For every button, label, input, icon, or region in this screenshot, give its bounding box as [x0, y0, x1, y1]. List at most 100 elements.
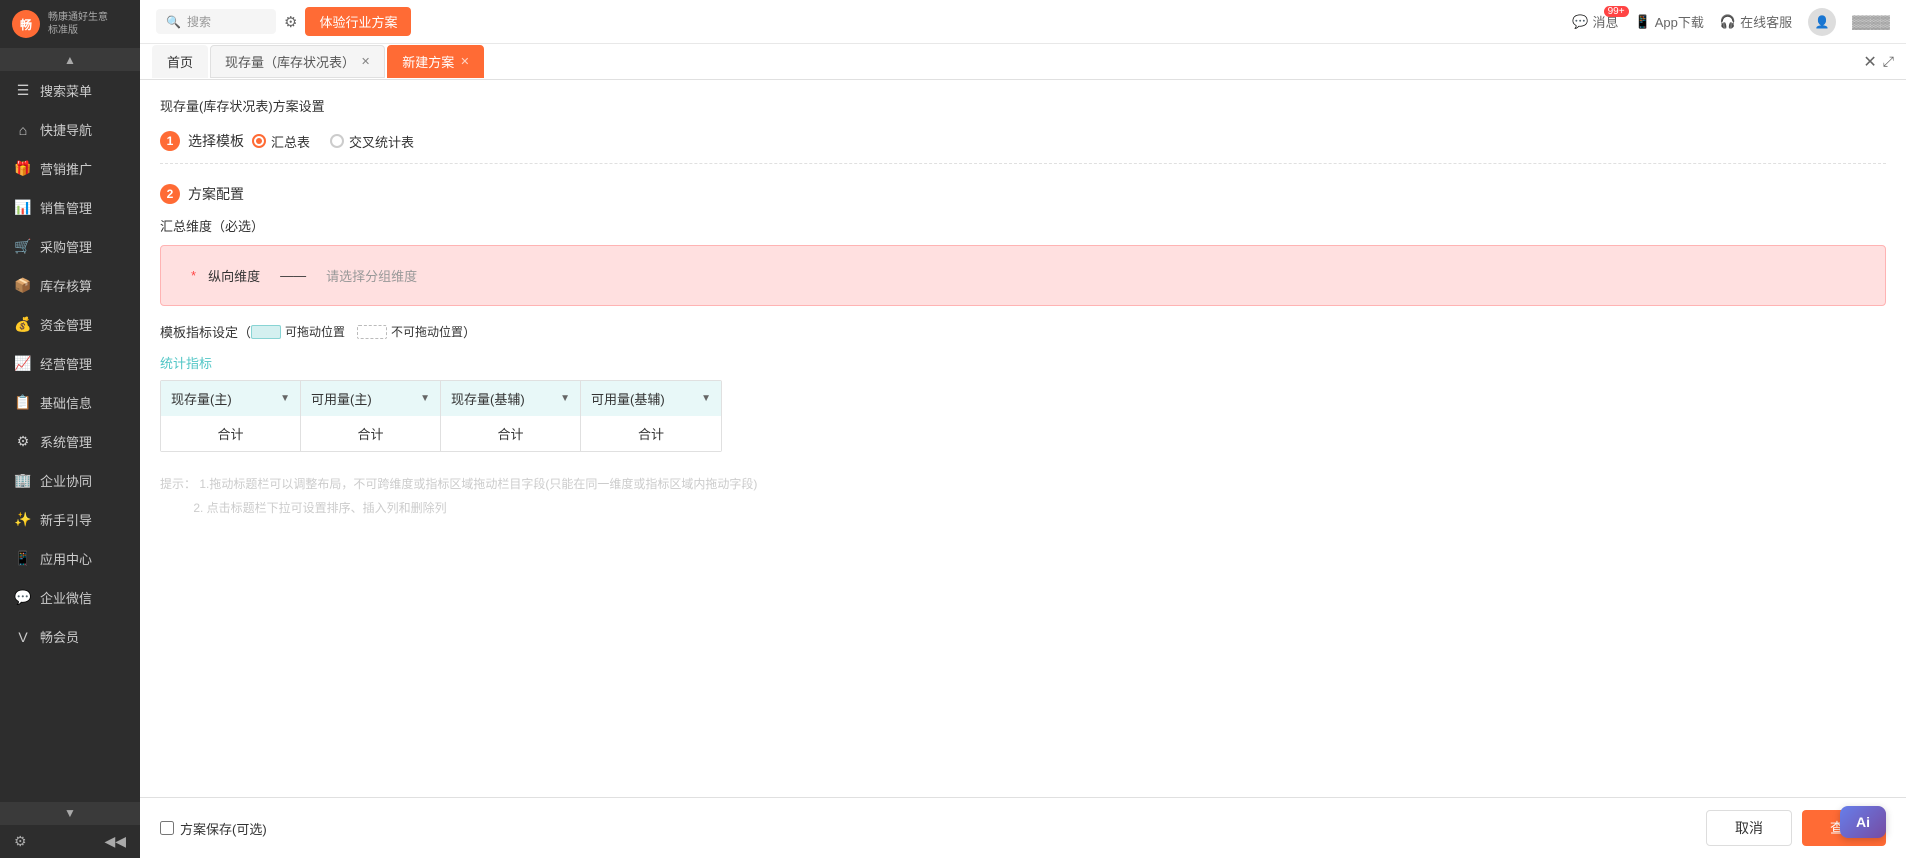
online-service-btn[interactable]: 🎧 在线客服 [1720, 12, 1792, 31]
search-placeholder: 搜索 [187, 13, 211, 30]
sidebar-item-wechat[interactable]: 💬 企业微信 [0, 578, 140, 617]
ai-fab-button[interactable]: Ai [1840, 806, 1886, 838]
sidebar-item-basic-info[interactable]: 📋 基础信息 [0, 383, 140, 422]
sidebar-item-label: 企业协同 [40, 471, 92, 490]
sidebar-item-purchase[interactable]: 🛒 采购管理 [0, 227, 140, 266]
stats-col-current-main[interactable]: 现存量(主) ▼ [161, 381, 301, 416]
gear-icon: ⚙ [14, 433, 32, 450]
sidebar-scroll-down[interactable]: ▼ [0, 802, 140, 824]
radio-summary[interactable]: 汇总表 [252, 132, 310, 151]
sidebar-item-quick-nav[interactable]: ⌂ 快捷导航 [0, 110, 140, 149]
dimension-placeholder[interactable]: 请选择分组维度 [326, 266, 417, 285]
sidebar-item-label: 系统管理 [40, 432, 92, 451]
bottom-bar: 方案保存(可选) 取消 查询 [140, 797, 1906, 858]
dimension-dash: —— [280, 268, 306, 283]
window-expand-icon[interactable]: ⤢ [1883, 53, 1894, 70]
window-close-icon[interactable]: ✕ [1863, 52, 1876, 72]
volume-icon[interactable]: ◀◀ [104, 833, 126, 850]
sidebar-nav: ☰ 搜索菜单 ⌂ 快捷导航 🎁 营销推广 📊 销售管理 🛒 采购管理 📦 库存核… [0, 71, 140, 802]
tips-section: 提示： 1.拖动标题栏可以调整布局，不可跨维度或指标区域拖动栏目字段(只能在同一… [160, 472, 1886, 520]
stats-section-label: 统计指标 [160, 353, 1886, 372]
gift-icon: 🎁 [14, 160, 32, 177]
stats-col-available-main[interactable]: 可用量(主) ▼ [301, 381, 441, 416]
stats-table-body: 合计 合计 合计 合计 [161, 416, 721, 451]
radio-cross[interactable]: 交叉统计表 [330, 132, 414, 151]
sidebar-item-label: 库存核算 [40, 276, 92, 295]
stats-col-available-aux-label: 可用量(基辅) [591, 389, 665, 408]
user-avatar[interactable]: 👤 [1808, 8, 1836, 36]
stats-body-current-main: 合计 [161, 416, 301, 451]
sidebar-item-system[interactable]: ⚙ 系统管理 [0, 422, 140, 461]
save-label: 方案保存(可选) [180, 819, 267, 838]
required-mark: * [191, 268, 196, 283]
tab-inventory-label: 现存量（库存状况表） [225, 52, 355, 71]
cart-icon: 🛒 [14, 238, 32, 255]
section1-divider [160, 163, 1886, 164]
dimension-label: 纵向维度 [208, 266, 260, 285]
sidebar-item-app-center[interactable]: 📱 应用中心 [0, 539, 140, 578]
sidebar-scroll-up[interactable]: ▲ [0, 49, 140, 71]
chevron-available-aux[interactable]: ▼ [701, 393, 711, 404]
app-name: 畅康通好生意 标准版 [48, 11, 108, 37]
chevron-available-main[interactable]: ▼ [420, 393, 430, 404]
sidebar-item-inventory[interactable]: 📦 库存核算 [0, 266, 140, 305]
logo-icon: 畅 [12, 10, 40, 38]
sidebar-item-member[interactable]: V 畅会员 [0, 617, 140, 656]
message-badge[interactable]: 💬 消息 99+ [1572, 12, 1618, 31]
section1-header: 1 选择模板 汇总表 交叉统计表 [160, 131, 1886, 151]
search-box[interactable]: 🔍 搜索 [156, 9, 276, 34]
radio-summary-dot [252, 134, 266, 148]
save-checkbox-input[interactable] [160, 821, 174, 835]
sidebar-item-label: 营销推广 [40, 159, 92, 178]
stats-body-available-main: 合计 [301, 416, 441, 451]
tips-line2: 2. 点击标题栏下拉可设置排序、插入列和删除列 [160, 496, 1886, 520]
sidebar-item-sales[interactable]: 📊 销售管理 [0, 188, 140, 227]
sidebar-item-label: 基础信息 [40, 393, 92, 412]
stats-col-current-main-label: 现存量(主) [171, 389, 232, 408]
tabbar: 首页 现存量（库存状况表） ✕ 新建方案 ✕ ✕ ⤢ [140, 44, 1906, 80]
draggable-legend-label: 可拖动位置 [285, 323, 345, 340]
section2-title: 方案配置 [188, 184, 244, 204]
sidebar-item-search-menu[interactable]: ☰ 搜索菜单 [0, 71, 140, 110]
draggable-legend-box [251, 325, 281, 339]
sidebar-item-finance[interactable]: 💰 资金管理 [0, 305, 140, 344]
sidebar-item-operations[interactable]: 📈 经营管理 [0, 344, 140, 383]
tab-home[interactable]: 首页 [152, 45, 208, 78]
sidebar-item-enterprise[interactable]: 🏢 企业协同 [0, 461, 140, 500]
mobile-icon: 📱 [14, 550, 32, 567]
tab-new-plan[interactable]: 新建方案 ✕ [387, 45, 484, 78]
section1-title: 选择模板 [188, 131, 244, 151]
chevron-current-aux[interactable]: ▼ [560, 393, 570, 404]
tab-inventory-status[interactable]: 现存量（库存状况表） ✕ [210, 45, 385, 78]
sidebar-item-label: 销售管理 [40, 198, 92, 217]
sidebar-item-label: 采购管理 [40, 237, 92, 256]
vip-icon: V [14, 629, 32, 645]
industry-plan-button[interactable]: 体验行业方案 [305, 7, 411, 36]
summary-dimension-label: 汇总维度（必选） [160, 216, 1886, 235]
chevron-current-main[interactable]: ▼ [280, 393, 290, 404]
sidebar-item-new-guide[interactable]: ✨ 新手引导 [0, 500, 140, 539]
building-icon: 🏢 [14, 472, 32, 489]
dimension-box: * 纵向维度 —— 请选择分组维度 [160, 245, 1886, 306]
stats-body-current-aux: 合计 [441, 416, 581, 451]
tab-inventory-close[interactable]: ✕ [361, 55, 370, 68]
stats-col-available-aux[interactable]: 可用量(基辅) ▼ [581, 381, 721, 416]
agg-available-aux: 合计 [638, 424, 664, 443]
sidebar-item-marketing[interactable]: 🎁 营销推广 [0, 149, 140, 188]
cancel-button[interactable]: 取消 [1706, 810, 1792, 846]
save-checkbox[interactable]: 方案保存(可选) [160, 819, 267, 838]
tab-new-plan-close[interactable]: ✕ [460, 55, 469, 68]
page-title: 现存量(库存状况表)方案设置 [160, 96, 1886, 115]
section-plan-config: 2 方案配置 汇总维度（必选） * 纵向维度 —— 请选择分组维度 模板指标设定… [160, 184, 1886, 520]
stats-col-current-aux[interactable]: 现存量(基辅) ▼ [441, 381, 581, 416]
trend-icon: 📈 [14, 355, 32, 372]
sidebar-item-label: 经营管理 [40, 354, 92, 373]
settings-gear-icon[interactable]: ⚙ [284, 13, 297, 31]
settings-icon[interactable]: ⚙ [14, 833, 27, 850]
app-download-btn[interactable]: 📱 App下载 [1635, 12, 1704, 31]
section-choose-template: 1 选择模板 汇总表 交叉统计表 [160, 131, 1886, 164]
stats-body-available-aux: 合计 [581, 416, 721, 451]
content-area: 现存量(库存状况表)方案设置 1 选择模板 汇总表 交叉统计表 [140, 80, 1906, 797]
sidebar-item-label: 资金管理 [40, 315, 92, 334]
box-icon: 📦 [14, 277, 32, 294]
